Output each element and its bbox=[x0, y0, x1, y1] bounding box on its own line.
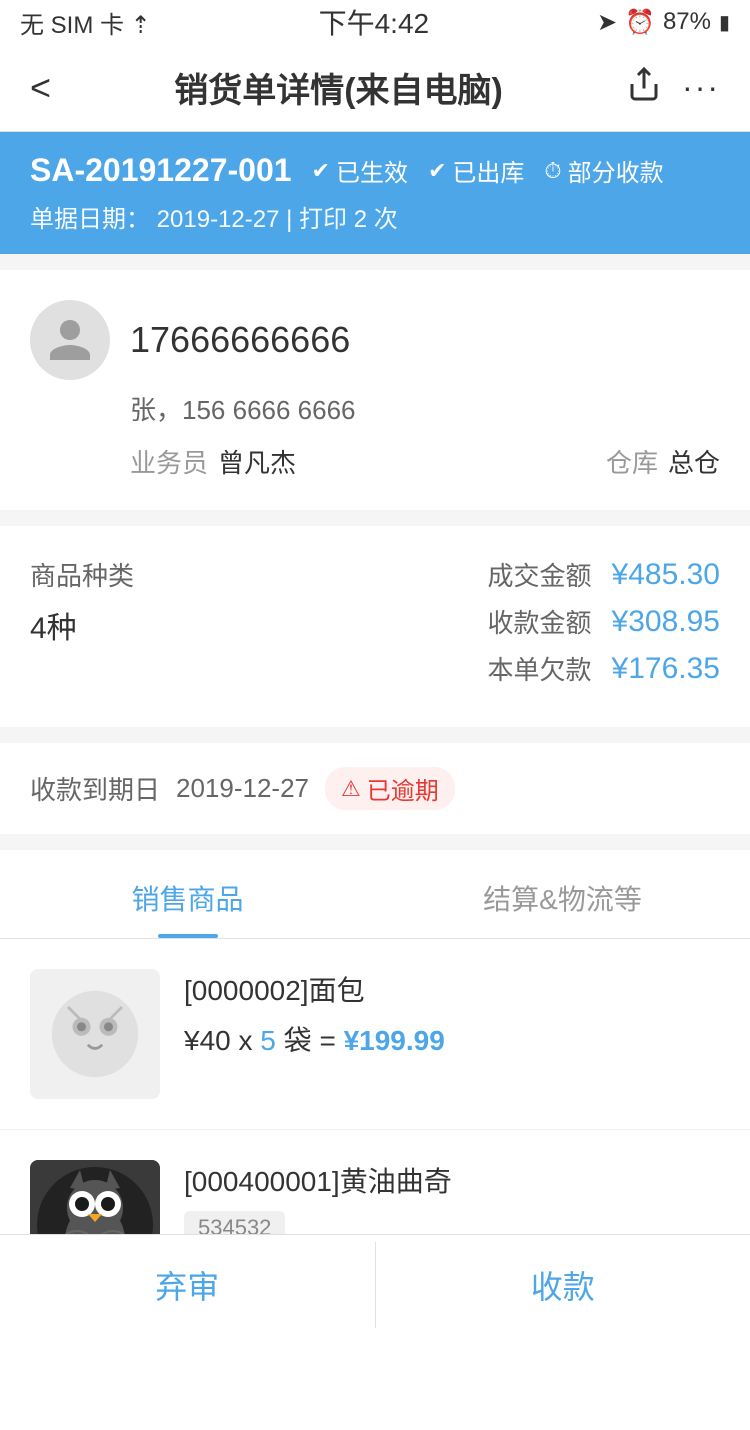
debt-value: ¥176.35 bbox=[612, 652, 720, 686]
warehouse-label: 仓库 bbox=[606, 443, 658, 480]
header-banner: SA-20191227-001 ✔ 已生效 ✔ 已出库 ⏱ 部分收款 单据日期：… bbox=[0, 132, 750, 254]
nav-bar: < 销货单详情(来自电脑) ··· bbox=[0, 44, 750, 132]
product-list: [0000002]面包 ¥40 x 5 袋 = ¥199.99 bbox=[0, 939, 750, 1430]
avatar bbox=[30, 300, 110, 380]
clock-icon: ⏱ bbox=[544, 158, 561, 184]
sim-status: 无 SIM 卡 ⇡ bbox=[20, 5, 151, 40]
received-value: ¥308.95 bbox=[612, 605, 720, 639]
collect-payment-button[interactable]: 收款 bbox=[376, 1242, 750, 1328]
customer-phone: 17666666666 bbox=[130, 319, 350, 361]
status-bar: 无 SIM 卡 ⇡ 下午4:42 ➤ ⏰ 87% ▮ bbox=[0, 0, 750, 44]
status-active: ✔ 已生效 bbox=[312, 153, 408, 188]
tabs: 销售商品 结算&物流等 bbox=[0, 850, 750, 939]
summary-section: 商品种类 4种 成交金额 ¥485.30 收款金额 ¥308.95 本单欠款 ¥… bbox=[0, 526, 750, 727]
due-section: 收款到期日 2019-12-27 ⚠ 已逾期 bbox=[0, 743, 750, 834]
cancel-review-button[interactable]: 弃审 bbox=[0, 1242, 376, 1328]
overdue-text: 已逾期 bbox=[367, 771, 439, 806]
debt-label: 本单欠款 bbox=[488, 650, 592, 687]
list-item: [0000002]面包 ¥40 x 5 袋 = ¥199.99 bbox=[0, 939, 750, 1130]
back-button[interactable]: < bbox=[30, 67, 51, 109]
amount-row: 成交金额 ¥485.30 bbox=[488, 556, 720, 593]
nav-right: ··· bbox=[626, 66, 720, 110]
share-button[interactable] bbox=[626, 66, 662, 110]
tab-sales-products[interactable]: 销售商品 bbox=[0, 850, 375, 938]
due-date: 2019-12-27 bbox=[176, 773, 309, 804]
bottom-bar: 弃审 收款 bbox=[0, 1234, 750, 1334]
status-left: 无 SIM 卡 ⇡ bbox=[20, 5, 151, 40]
check-icon-1: ✔ bbox=[312, 158, 330, 184]
product-qty-1: 5 bbox=[260, 1025, 276, 1056]
status-right: ➤ ⏰ 87% ▮ bbox=[597, 8, 730, 37]
summary-right: 成交金额 ¥485.30 收款金额 ¥308.95 本单欠款 ¥176.35 bbox=[488, 556, 720, 697]
customer-name: 张，156 6666 6666 bbox=[130, 390, 720, 427]
check-icon-2: ✔ bbox=[428, 158, 446, 184]
tab-settlement[interactable]: 结算&物流等 bbox=[375, 850, 750, 938]
product-info-1: [0000002]面包 ¥40 x 5 袋 = ¥199.99 bbox=[184, 969, 720, 1059]
battery-level: 87% bbox=[663, 8, 711, 36]
status-time: 下午4:42 bbox=[319, 2, 430, 42]
more-button[interactable]: ··· bbox=[682, 69, 720, 106]
header-date-row: 单据日期： 2019-12-27 | 打印 2 次 bbox=[30, 199, 720, 234]
product-name-1: [0000002]面包 bbox=[184, 969, 720, 1009]
overdue-icon: ⚠ bbox=[341, 776, 361, 802]
location-icon: ➤ bbox=[597, 8, 617, 37]
order-id: SA-20191227-001 bbox=[30, 152, 292, 189]
due-label: 收款到期日 bbox=[30, 770, 160, 807]
amount-value: ¥485.30 bbox=[612, 558, 720, 592]
product-price-1: ¥40 x 5 袋 = ¥199.99 bbox=[184, 1019, 720, 1059]
customer-info-row: 业务员 曾凡杰 仓库 总仓 bbox=[130, 443, 720, 480]
status-out: ✔ 已出库 bbox=[428, 153, 524, 188]
debt-row: 本单欠款 ¥176.35 bbox=[488, 650, 720, 687]
received-row: 收款金额 ¥308.95 bbox=[488, 603, 720, 640]
product-name-2: [000400001]黄油曲奇 bbox=[184, 1160, 720, 1200]
amount-label: 成交金额 bbox=[488, 556, 592, 593]
agent-label: 业务员 bbox=[130, 443, 208, 480]
customer-section: 17666666666 张，156 6666 6666 业务员 曾凡杰 仓库 总… bbox=[0, 270, 750, 510]
alarm-icon: ⏰ bbox=[625, 8, 655, 37]
type-value: 4种 bbox=[30, 612, 77, 645]
nav-left: < bbox=[30, 67, 51, 109]
battery-icon: ▮ bbox=[719, 10, 730, 35]
product-total-1: ¥199.99 bbox=[344, 1025, 445, 1056]
status-partial: ⏱ 部分收款 bbox=[544, 153, 663, 188]
product-image-1 bbox=[30, 969, 160, 1099]
received-label: 收款金额 bbox=[488, 603, 592, 640]
warehouse-name: 总仓 bbox=[668, 443, 720, 480]
type-label: 商品种类 bbox=[30, 556, 134, 593]
summary-left: 商品种类 4种 bbox=[30, 556, 134, 647]
nav-title: 销货单详情(来自电脑) bbox=[174, 63, 503, 112]
overdue-badge: ⚠ 已逾期 bbox=[325, 767, 455, 810]
agent-name: 曾凡杰 bbox=[218, 443, 296, 480]
